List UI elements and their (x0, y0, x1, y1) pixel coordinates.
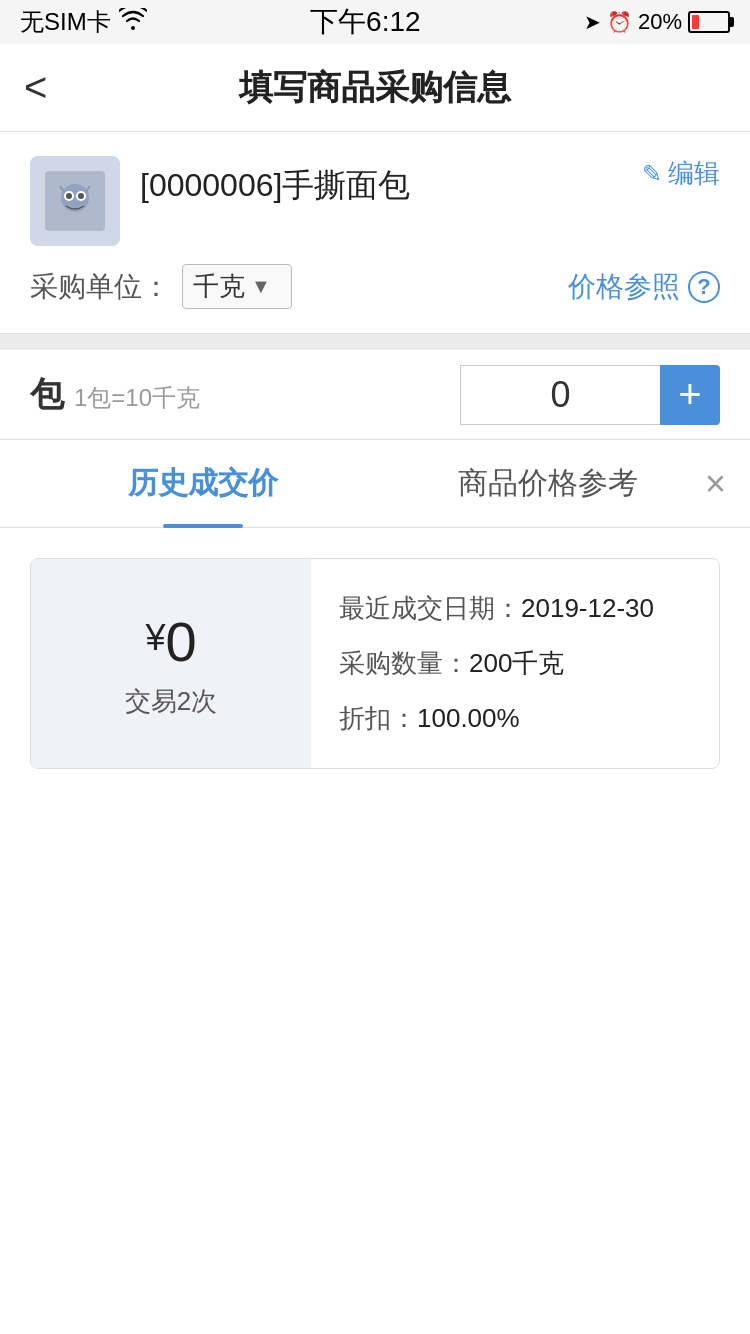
purchase-qty-value: 200千克 (469, 648, 564, 678)
price-card-container: ¥0 交易2次 最近成交日期：2019-12-30 采购数量：200千克 折扣：… (0, 528, 750, 799)
price-card-left: ¥0 交易2次 (31, 559, 311, 768)
tabs-header: 历史成交价 商品价格参考 × (0, 440, 750, 528)
price-card: ¥0 交易2次 最近成交日期：2019-12-30 采购数量：200千克 折扣：… (30, 558, 720, 769)
discount-value: 100.00% (417, 703, 520, 733)
price-value: 0 (165, 610, 196, 673)
battery-percent: 20% (638, 9, 682, 35)
quantity-input[interactable]: 0 (460, 365, 660, 425)
recent-date-row: 最近成交日期：2019-12-30 (339, 589, 691, 628)
product-card: [0000006]手撕面包 ✎ 编辑 采购单位： 千克 ▼ 价格参照 ? (0, 132, 750, 334)
tab-product-price-ref-label: 商品价格参考 (458, 463, 638, 504)
quantity-conversion: 1包=10千克 (74, 382, 200, 414)
status-time: 下午6:12 (310, 3, 421, 41)
currency-symbol: ¥ (145, 609, 165, 659)
product-thumbnail (45, 171, 105, 231)
unit-value: 千克 (193, 269, 245, 304)
bottom-area (0, 799, 750, 1334)
svg-point-3 (66, 193, 72, 199)
product-header: [0000006]手撕面包 ✎ 编辑 (30, 156, 720, 246)
product-name: [0000006]手撕面包 (140, 156, 410, 208)
quantity-row: 包 1包=10千克 0 + (0, 350, 750, 440)
nav-bar: < 填写商品采购信息 (0, 44, 750, 132)
back-button[interactable]: < (24, 65, 47, 110)
discount-row: 折扣：100.00% (339, 699, 691, 738)
section-divider (0, 334, 750, 350)
discount-label: 折扣： (339, 703, 417, 733)
tab-active-indicator (163, 524, 243, 528)
wifi-icon (119, 8, 147, 36)
tab-history-price-label: 历史成交价 (128, 463, 278, 504)
dropdown-arrow-icon: ▼ (251, 275, 271, 298)
price-display: ¥0 (145, 609, 196, 674)
unit-select[interactable]: 千克 ▼ (182, 264, 292, 309)
price-ref-label: 价格参照 (568, 268, 680, 306)
tab-product-price-ref[interactable]: 商品价格参考 (375, 440, 720, 528)
alarm-icon: ⏰ (607, 10, 632, 34)
page-title: 填写商品采购信息 (239, 65, 511, 111)
recent-date-value: 2019-12-30 (521, 593, 654, 623)
purchase-qty-label: 采购数量： (339, 648, 469, 678)
svg-point-4 (78, 193, 84, 199)
product-meta: 采购单位： 千克 ▼ 价格参照 ? (30, 264, 720, 309)
status-right: ➤ ⏰ 20% (584, 9, 730, 35)
product-info: [0000006]手撕面包 (30, 156, 410, 246)
quantity-input-area: 0 + (460, 365, 720, 425)
edit-button[interactable]: ✎ 编辑 (642, 156, 720, 191)
price-ref-help-icon: ? (688, 271, 720, 303)
quantity-unit: 包 (30, 372, 64, 418)
price-card-right: 最近成交日期：2019-12-30 采购数量：200千克 折扣：100.00% (311, 559, 719, 768)
carrier-text: 无SIM卡 (20, 6, 111, 38)
recent-date-label: 最近成交日期： (339, 593, 521, 623)
product-image (30, 156, 120, 246)
battery-icon (688, 11, 730, 33)
quantity-plus-button[interactable]: + (660, 365, 720, 425)
price-ref-button[interactable]: 价格参照 ? (568, 268, 720, 306)
edit-icon: ✎ (642, 160, 662, 188)
tab-close-button[interactable]: × (705, 463, 726, 505)
tabs-section: 历史成交价 商品价格参考 × ¥0 交易2次 最近成交日期：2019-12-30… (0, 440, 750, 799)
status-left: 无SIM卡 (20, 6, 147, 38)
quantity-label: 包 1包=10千克 (30, 372, 200, 418)
trade-count: 交易2次 (125, 684, 217, 719)
unit-row: 采购单位： 千克 ▼ (30, 264, 292, 309)
status-bar: 无SIM卡 下午6:12 ➤ ⏰ 20% (0, 0, 750, 44)
location-icon: ➤ (584, 10, 601, 34)
tab-history-price[interactable]: 历史成交价 (30, 440, 375, 528)
unit-label: 采购单位： (30, 268, 170, 306)
purchase-qty-row: 采购数量：200千克 (339, 644, 691, 683)
